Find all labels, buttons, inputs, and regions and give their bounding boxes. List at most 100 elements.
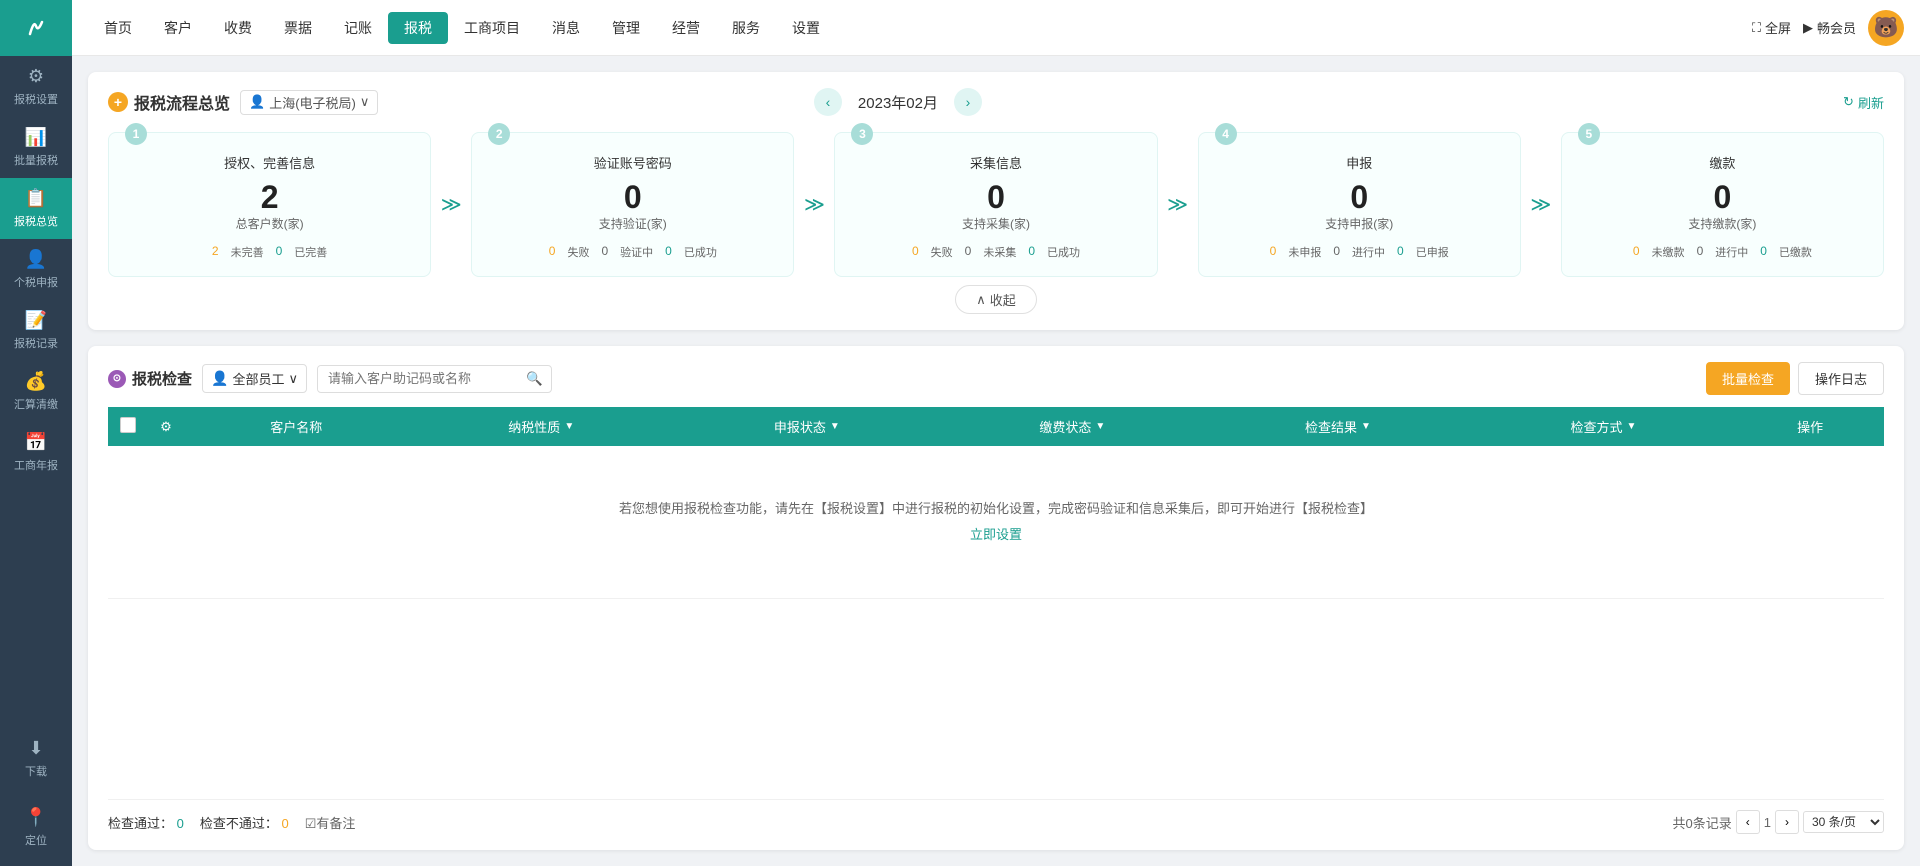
sidebar-item-tax-settings[interactable]: ⚙ 报税设置 <box>0 56 72 117</box>
step-4-stat-0[interactable]: 0 <box>1270 244 1277 260</box>
arrow-2: ≫ <box>794 132 834 277</box>
filter-icon-tax-type[interactable]: ▼ <box>564 421 574 432</box>
sidebar-item-label: 报税总览 <box>14 213 58 229</box>
prev-page-btn[interactable]: ‹ <box>1736 810 1760 834</box>
nav-business[interactable]: 工商项目 <box>448 0 536 56</box>
batch-check-button[interactable]: 批量检查 <box>1706 362 1790 395</box>
sidebar-item-label: 报税设置 <box>14 91 58 107</box>
personal-tax-icon: 👤 <box>25 249 47 270</box>
step-3-stat-0-label: 失败 <box>931 244 953 260</box>
step-1-card: 1 授权、完善信息 2 总客户数(家) 2 未完善 0 已完善 <box>108 132 431 277</box>
data-table: ⚙ 客户名称 纳税性质 ▼ <box>108 407 1884 599</box>
refresh-icon: ↻ <box>1843 94 1854 110</box>
staff-selector[interactable]: 👤 全部员工 ∨ <box>202 364 307 393</box>
sidebar-item-download[interactable]: ⬇ 下载 <box>0 728 72 789</box>
next-month-btn[interactable]: › <box>954 88 982 116</box>
sidebar-item-batch-tax[interactable]: 📊 批量报税 <box>0 117 72 178</box>
th-check-method: 检查方式 ▼ <box>1471 407 1737 446</box>
collapse-up-icon: ∧ <box>976 292 986 308</box>
step-4-unit: 支持申报(家) <box>1325 215 1393 232</box>
nav-right: ⛶ 全屏 ▶ 畅会员 🐻 <box>1752 10 1904 46</box>
filter-icon-method[interactable]: ▼ <box>1627 421 1637 432</box>
nav-operations[interactable]: 经营 <box>656 0 716 56</box>
step-2-stat-1-label: 验证中 <box>620 244 653 260</box>
step-5-card: 5 缴款 0 支持缴款(家) 0 未缴款 0 进行中 0 已缴款 <box>1561 132 1884 277</box>
operation-log-button[interactable]: 操作日志 <box>1798 362 1884 395</box>
nav-settings[interactable]: 设置 <box>776 0 836 56</box>
sidebar-item-label: 个税申报 <box>14 274 58 290</box>
sidebar-item-settlement[interactable]: 💰 汇算清缴 <box>0 361 72 422</box>
sidebar-item-personal-tax[interactable]: 👤 个税申报 <box>0 239 72 300</box>
step-5-stat-2-label: 已缴款 <box>1779 244 1812 260</box>
filter-icon-result[interactable]: ▼ <box>1361 421 1371 432</box>
step-1-stat-0[interactable]: 2 <box>212 244 219 260</box>
fullscreen-btn[interactable]: ⛶ 全屏 <box>1752 18 1791 37</box>
nav-fees[interactable]: 收费 <box>208 0 268 56</box>
step-3-card: 3 采集信息 0 支持采集(家) 0 失败 0 未采集 0 已成功 <box>834 132 1157 277</box>
step-2-name: 验证账号密码 <box>594 153 672 172</box>
location-selector[interactable]: 👤 上海(电子税局) ∨ <box>240 90 378 115</box>
step-4-stat-1: 0 <box>1333 244 1340 260</box>
nav-messages[interactable]: 消息 <box>536 0 596 56</box>
th-declare-status: 申报状态 ▼ <box>674 407 940 446</box>
settings-icon[interactable]: ⚙ <box>160 419 172 434</box>
nav-clients[interactable]: 客户 <box>148 0 208 56</box>
member-btn[interactable]: ▶ 畅会员 <box>1803 18 1856 37</box>
sidebar-item-label: 工商年报 <box>14 457 58 473</box>
prev-month-btn[interactable]: ‹ <box>814 88 842 116</box>
empty-state-cell: 若您想使用报税检查功能，请先在【报税设置】中进行报税的初始化设置，完成密码验证和… <box>108 446 1884 599</box>
arrow-1: ≫ <box>431 132 471 277</box>
check-pass: 检查通过： 0 <box>108 813 184 832</box>
filter-icon-pay[interactable]: ▼ <box>1095 421 1105 432</box>
step-4-count: 0 <box>1350 180 1368 215</box>
step-1-stat-1-label: 已完善 <box>294 244 327 260</box>
step-1-count: 2 <box>261 180 279 215</box>
check-fail-link[interactable]: 0 <box>282 816 289 831</box>
nav-invoices[interactable]: 票据 <box>268 0 328 56</box>
nav-services[interactable]: 服务 <box>716 0 776 56</box>
search-button[interactable]: 🔍 <box>518 366 551 392</box>
current-month: 2023年02月 <box>858 92 938 113</box>
refresh-btn[interactable]: ↻ 刷新 <box>1843 93 1884 112</box>
step-2-stat-0[interactable]: 0 <box>549 244 556 260</box>
th-check-result: 检查结果 ▼ <box>1205 407 1471 446</box>
table-container: ⚙ 客户名称 纳税性质 ▼ <box>108 407 1884 791</box>
collapse-btn[interactable]: ∧ 收起 <box>955 285 1037 314</box>
nav-tax[interactable]: 报税 <box>388 12 448 44</box>
user-avatar[interactable]: 🐻 <box>1868 10 1904 46</box>
content-area: + 报税流程总览 👤 上海(电子税局) ∨ ‹ 2023年02月 › ↻ 刷新 <box>72 56 1920 866</box>
step-3-stat-2: 0 <box>1028 244 1035 260</box>
step-5-stat-0[interactable]: 0 <box>1633 244 1640 260</box>
empty-state: 若您想使用报税检查功能，请先在【报税设置】中进行报税的初始化设置，完成密码验证和… <box>120 456 1872 588</box>
next-page-btn[interactable]: › <box>1775 810 1799 834</box>
step-3-stat-0[interactable]: 0 <box>912 244 919 260</box>
step-2-stat-0-label: 失败 <box>567 244 589 260</box>
nav-management[interactable]: 管理 <box>596 0 656 56</box>
th-settings: ⚙ <box>148 407 184 446</box>
filter-icon-declare[interactable]: ▼ <box>830 421 840 432</box>
sidebar-item-location[interactable]: 📍 定位 <box>0 797 72 858</box>
total-records: 共0条记录 <box>1673 813 1732 832</box>
step-3-number: 3 <box>851 123 873 145</box>
step-4-stat-0-label: 未申报 <box>1288 244 1321 260</box>
select-all-checkbox[interactable] <box>120 417 136 433</box>
sidebar-item-tax-records[interactable]: 📝 报税记录 <box>0 300 72 361</box>
sidebar-item-tax-overview[interactable]: 📋 报税总览 <box>0 178 72 239</box>
nav-home[interactable]: 首页 <box>88 0 148 56</box>
batch-tax-icon: 📊 <box>25 127 47 148</box>
nav-bookkeeping[interactable]: 记账 <box>328 0 388 56</box>
tax-settings-icon: ⚙ <box>28 66 44 87</box>
step-4-stat-2-label: 已申报 <box>1416 244 1449 260</box>
step-2-stats: 0 失败 0 验证中 0 已成功 <box>549 244 717 260</box>
check-pass-link[interactable]: 0 <box>177 816 184 831</box>
has-note: ☑有备注 <box>305 813 356 832</box>
search-input[interactable] <box>318 366 518 391</box>
step-1-stat-1[interactable]: 0 <box>276 244 283 260</box>
setup-link[interactable]: 立即设置 <box>970 527 1022 542</box>
tax-overview-icon: 📋 <box>25 188 47 209</box>
table-footer: 检查通过： 0 检查不通过： 0 ☑有备注 共0条记录 ‹ 1 › 30 条/页… <box>108 799 1884 834</box>
page-current: 1 <box>1764 815 1771 830</box>
step-3-stats: 0 失败 0 未采集 0 已成功 <box>912 244 1080 260</box>
page-size-select[interactable]: 30 条/页 50 条/页 100 条/页 <box>1803 811 1884 833</box>
sidebar-item-annual-report[interactable]: 📅 工商年报 <box>0 422 72 483</box>
